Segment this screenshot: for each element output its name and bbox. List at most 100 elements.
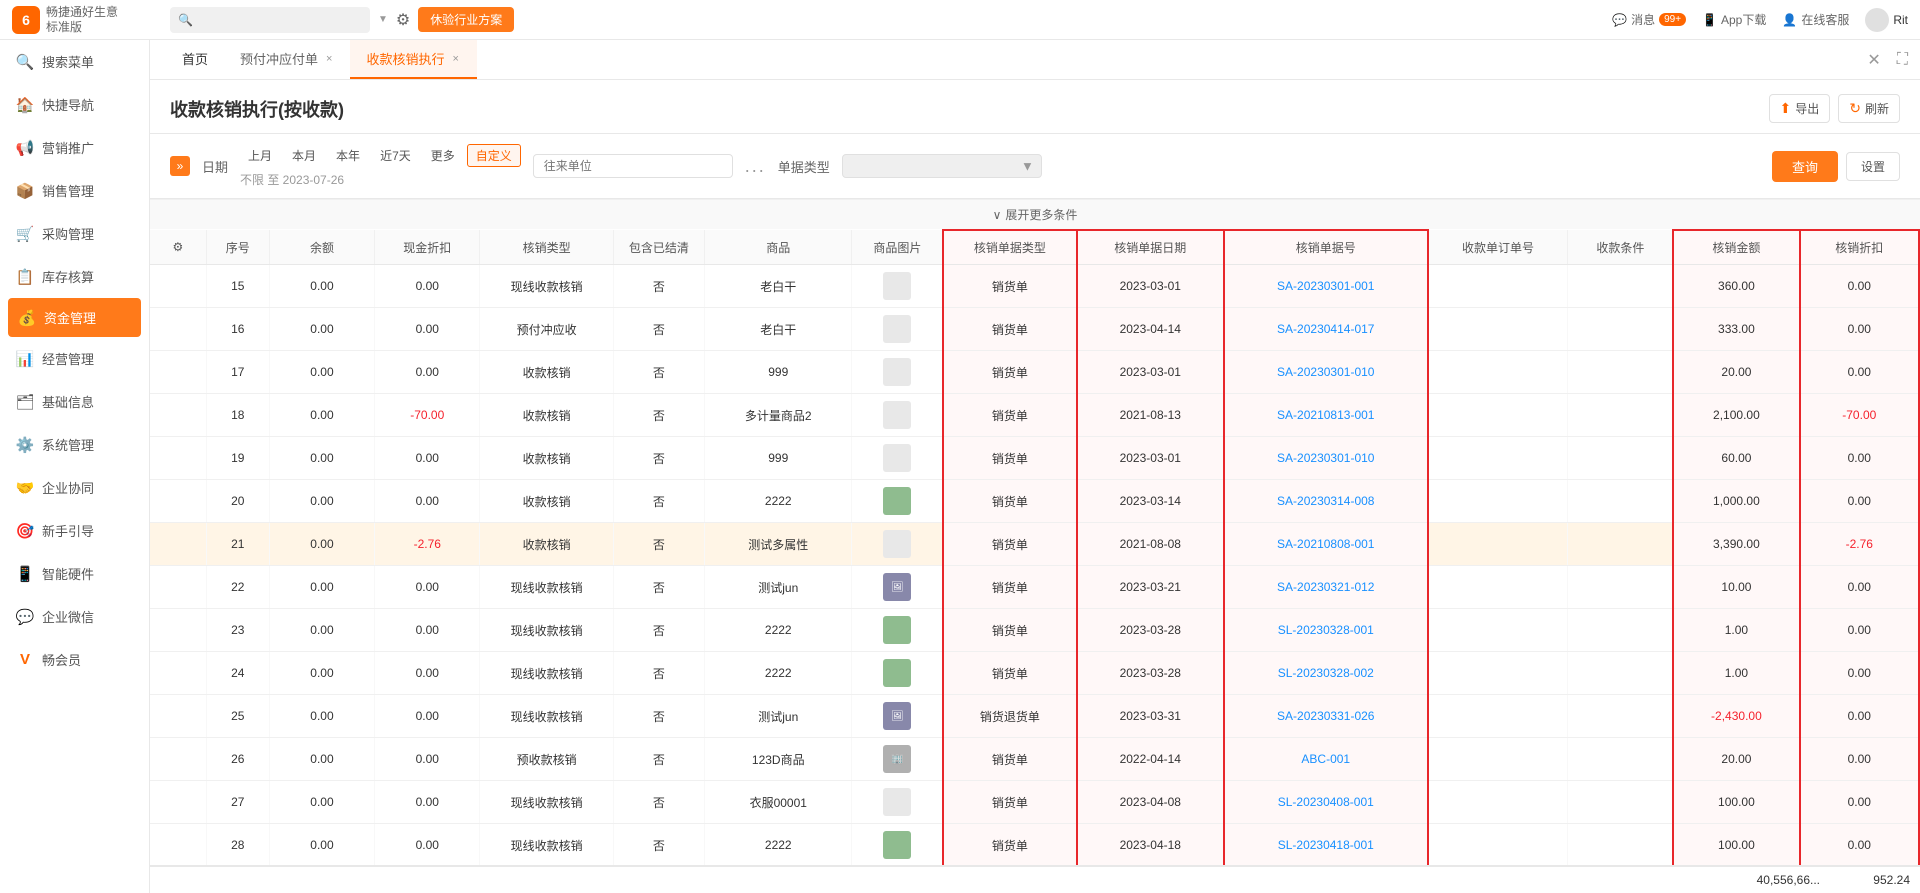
row-num: 18	[206, 394, 269, 437]
filter-this-year[interactable]: 本年	[328, 145, 368, 166]
row-bill-no[interactable]: SL-20230328-002	[1224, 652, 1428, 695]
row-settled: 否	[613, 265, 704, 308]
th-amount: 核销金额	[1673, 230, 1799, 265]
th-settings[interactable]: ⚙	[150, 230, 206, 265]
filter-bill-type-label: 单据类型	[778, 157, 830, 176]
filter-7days[interactable]: 近7天	[372, 145, 419, 166]
row-balance: 0.00	[269, 695, 374, 738]
row-settled: 否	[613, 394, 704, 437]
header-search-box[interactable]: 🔍	[170, 7, 370, 33]
sidebar-item-wechat[interactable]: 💬 企业微信	[0, 595, 149, 638]
row-bill-no[interactable]: SA-20210808-001	[1224, 523, 1428, 566]
data-table: ⚙ 序号 余额 现金折扣 核销类型 包含已结清 商品 商品图片 核销单据类型 核…	[150, 229, 1920, 865]
sidebar-item-purchase[interactable]: 🛒 采购管理	[0, 212, 149, 255]
row-amount: 60.00	[1673, 437, 1799, 480]
sidebar-item-newguide[interactable]: 🎯 新手引导	[0, 509, 149, 552]
sidebar-item-system[interactable]: ⚙️ 系统管理	[0, 423, 149, 466]
sidebar-item-hardware[interactable]: 📱 智能硬件	[0, 552, 149, 595]
table-row: 180.00-70.00收款核销否多计量商品2销货单2021-08-13SA-2…	[150, 394, 1919, 437]
filter-last-month[interactable]: 上月	[240, 145, 280, 166]
online-service-button[interactable]: 👤 在线客服	[1782, 11, 1849, 28]
page-header: 收款核销执行(按收款) ⬆ 导出 ↻ 刷新	[150, 80, 1920, 134]
row-cash-discount: 0.00	[375, 566, 480, 609]
top-header: 6 畅捷通好生意 标准版 🔍 ▼ ⚙ 休验行业方案 💬 消息 99+ 📱 App…	[0, 0, 1920, 40]
refresh-button[interactable]: ↻ 刷新	[1838, 94, 1900, 123]
sidebar-item-finance[interactable]: 💰 资金管理	[8, 298, 141, 337]
row-bill-no[interactable]: SL-20230418-001	[1224, 824, 1428, 866]
system-icon: ⚙️	[16, 436, 34, 454]
export-button[interactable]: ⬆ 导出	[1769, 94, 1831, 123]
row-write-off-type: 现线收款核销	[480, 265, 613, 308]
tab-collection[interactable]: 收款核销执行 ×	[350, 40, 476, 79]
row-goods-img	[852, 824, 943, 866]
row-cash-discount: 0.00	[375, 308, 480, 351]
row-bill-no[interactable]: SA-20230301-010	[1224, 351, 1428, 394]
sidebar-item-basic[interactable]: 🗂 基础信息	[0, 380, 149, 423]
row-receipt-no	[1428, 523, 1568, 566]
sidebar-item-shortcut[interactable]: 🏠 快捷导航	[0, 83, 149, 126]
row-goods-img	[852, 394, 943, 437]
row-bill-no[interactable]: SL-20230328-001	[1224, 609, 1428, 652]
sidebar-item-operation[interactable]: 📊 经营管理	[0, 337, 149, 380]
row-receipt-cond	[1568, 308, 1673, 351]
header-settings-icon[interactable]: ⚙	[396, 10, 410, 30]
filter-more-date[interactable]: 更多	[423, 145, 463, 166]
product-image: 🏢	[883, 745, 911, 773]
query-button[interactable]: 查询	[1772, 151, 1838, 182]
bill-type-select[interactable]	[842, 154, 1042, 178]
sidebar-item-marketing[interactable]: 📢 营销推广	[0, 126, 149, 169]
sidebar-item-inventory[interactable]: 📋 库存核算	[0, 255, 149, 298]
row-bill-no[interactable]: SA-20230331-026	[1224, 695, 1428, 738]
tab-prepay-close[interactable]: ×	[324, 51, 334, 67]
row-receipt-cond	[1568, 265, 1673, 308]
messages-button[interactable]: 💬 消息 99+	[1612, 11, 1686, 28]
row-receipt-no	[1428, 824, 1568, 866]
chevron-down-icon: ∨	[993, 208, 1002, 222]
row-bill-no[interactable]: ABC-001	[1224, 738, 1428, 781]
sidebar-item-enterprise[interactable]: 🤝 企业协同	[0, 466, 149, 509]
row-bill-no[interactable]: SA-20230301-001	[1224, 265, 1428, 308]
row-bill-no[interactable]: SL-20230408-001	[1224, 781, 1428, 824]
row-index-cell	[150, 824, 206, 866]
column-settings-icon[interactable]: ⚙	[172, 240, 183, 254]
sidebar: 🔍 搜索菜单 🏠 快捷导航 📢 营销推广 📦 销售管理 🛒 采购管理 📋 库存核…	[0, 40, 150, 893]
sidebar-item-search[interactable]: 🔍 搜索菜单	[0, 40, 149, 83]
row-goods-img	[852, 652, 943, 695]
app-download-button[interactable]: 📱 App下载	[1702, 11, 1766, 28]
tab-home[interactable]: 首页	[166, 40, 224, 79]
user-area[interactable]: Rit	[1865, 8, 1908, 32]
row-bill-no[interactable]: SA-20210813-001	[1224, 394, 1428, 437]
sidebar-item-sales[interactable]: 📦 销售管理	[0, 169, 149, 212]
search-icon: 🔍	[16, 53, 34, 71]
expand-more-button[interactable]: ∨ 展开更多条件	[150, 199, 1920, 229]
table-row: 190.000.00收款核销否999销货单2023-03-01SA-202303…	[150, 437, 1919, 480]
row-num: 26	[206, 738, 269, 781]
row-write-off-discount: 0.00	[1800, 824, 1919, 866]
product-image	[883, 788, 911, 816]
filter-this-month[interactable]: 本月	[284, 145, 324, 166]
row-bill-no[interactable]: SA-20230321-012	[1224, 566, 1428, 609]
filter-settings-button[interactable]: 设置	[1846, 152, 1900, 181]
filter-collapse-button[interactable]: »	[170, 156, 190, 176]
th-bill-type: 核销单据类型	[943, 230, 1076, 265]
wechat-icon: 💬	[16, 608, 34, 626]
tab-expand-icon[interactable]: ⛶	[1893, 47, 1912, 73]
row-index-cell	[150, 394, 206, 437]
tab-prepay[interactable]: 预付冲应付单 ×	[224, 40, 350, 79]
partner-input[interactable]	[533, 154, 733, 178]
sidebar-item-member[interactable]: V 畅会员	[0, 638, 149, 681]
row-bill-type: 销货单	[943, 652, 1076, 695]
row-amount: 10.00	[1673, 566, 1799, 609]
row-cash-discount: 0.00	[375, 738, 480, 781]
filter-custom-date[interactable]: 自定义	[467, 144, 521, 167]
row-bill-no[interactable]: SA-20230414-017	[1224, 308, 1428, 351]
page-header-actions: ⬆ 导出 ↻ 刷新	[1769, 94, 1901, 123]
tab-collection-close[interactable]: ×	[450, 51, 460, 67]
row-amount: -2,430.00	[1673, 695, 1799, 738]
industry-solution-button[interactable]: 休验行业方案	[418, 7, 514, 32]
row-bill-no[interactable]: SA-20230301-010	[1224, 437, 1428, 480]
row-bill-no[interactable]: SA-20230314-008	[1224, 480, 1428, 523]
product-image	[883, 530, 911, 558]
row-write-off-discount: 0.00	[1800, 308, 1919, 351]
tab-close-all-icon[interactable]: ✕	[1863, 46, 1884, 74]
